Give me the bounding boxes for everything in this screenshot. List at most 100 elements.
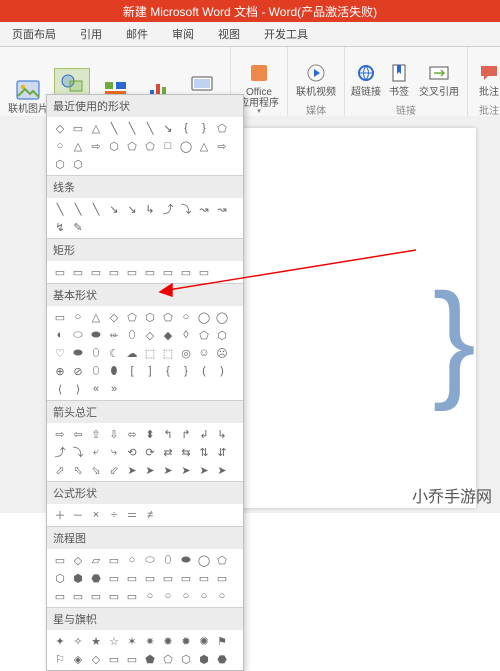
shape-option[interactable]: ☾ [107, 346, 121, 360]
shape-option[interactable]: ⚑ [215, 634, 229, 648]
tab-developer[interactable]: 开发工具 [252, 22, 320, 46]
shape-option[interactable]: ▭ [161, 571, 175, 585]
shape-option[interactable]: ◯ [179, 139, 193, 153]
shape-option[interactable]: ⬁ [71, 463, 85, 477]
shape-option[interactable]: ⬯ [125, 328, 139, 342]
shape-option[interactable]: ✦ [53, 634, 67, 648]
shape-option[interactable]: ▭ [53, 553, 67, 567]
shape-option[interactable]: ⤵ [179, 202, 193, 216]
shape-option[interactable]: ▭ [71, 589, 85, 603]
shape-option[interactable]: ◎ [179, 346, 193, 360]
shape-option[interactable]: ◇ [89, 652, 103, 666]
shape-option[interactable]: ⤶ [89, 445, 103, 459]
shape-option[interactable]: ○ [197, 589, 211, 603]
shape-option[interactable]: ★ [89, 634, 103, 648]
shape-option[interactable]: ▭ [197, 571, 211, 585]
shape-option[interactable]: ▭ [179, 571, 193, 585]
shape-option[interactable]: ↘ [125, 202, 139, 216]
shape-option[interactable]: ⬠ [197, 328, 211, 342]
tab-references[interactable]: 引用 [68, 22, 114, 46]
shape-option[interactable]: ☺ [197, 346, 211, 360]
shape-option[interactable]: ╲ [71, 202, 85, 216]
shape-option[interactable]: » [107, 382, 121, 396]
shape-option[interactable]: ◯ [197, 553, 211, 567]
shape-option[interactable]: ⬯ [161, 553, 175, 567]
shape-option[interactable]: ╲ [107, 121, 121, 135]
shape-option[interactable]: ▭ [215, 571, 229, 585]
bookmark-button[interactable]: 书签 [385, 59, 413, 100]
shape-option[interactable]: ↝ [215, 202, 229, 216]
shape-option[interactable]: ▭ [107, 571, 121, 585]
tab-view[interactable]: 视图 [206, 22, 252, 46]
shape-option[interactable]: ⬡ [53, 157, 67, 171]
shape-option[interactable]: ↱ [179, 427, 193, 441]
shape-option[interactable]: ⬢ [71, 571, 85, 585]
shape-option[interactable]: ▭ [107, 589, 121, 603]
shape-option[interactable]: ▭ [71, 265, 85, 279]
shape-option[interactable]: ⬂ [89, 463, 103, 477]
shape-option[interactable]: ↳ [215, 427, 229, 441]
shape-option[interactable]: ⊘ [71, 364, 85, 378]
shape-option[interactable]: ↰ [161, 427, 175, 441]
shape-option[interactable]: ➤ [125, 463, 139, 477]
shape-option[interactable]: ▭ [53, 589, 67, 603]
shape-option[interactable]: ○ [161, 589, 175, 603]
shape-option[interactable]: ↳ [143, 202, 157, 216]
shape-option[interactable]: « [89, 382, 103, 396]
shape-option[interactable]: ＝ [125, 508, 139, 522]
shape-option[interactable]: ⇨ [89, 139, 103, 153]
online-pictures-button[interactable]: 联机图片 [4, 76, 52, 117]
shape-option[interactable]: ▭ [125, 265, 139, 279]
shape-option[interactable]: ⟲ [125, 445, 139, 459]
online-video-button[interactable]: 联机视频 [292, 59, 340, 100]
shape-option[interactable]: ✶ [125, 634, 139, 648]
shape-option[interactable]: ⬡ [71, 157, 85, 171]
shape-option[interactable]: ▭ [107, 553, 121, 567]
shape-option[interactable]: ╲ [125, 121, 139, 135]
shape-option[interactable]: ✎ [71, 220, 85, 234]
shape-option[interactable]: ○ [125, 553, 139, 567]
tab-review[interactable]: 审阅 [160, 22, 206, 46]
shape-option[interactable]: ☁ [125, 346, 139, 360]
shape-option[interactable]: ⬯ [89, 364, 103, 378]
shape-option[interactable]: ⬠ [215, 553, 229, 567]
shape-option[interactable]: ⇩ [107, 427, 121, 441]
shape-option[interactable]: ➤ [215, 463, 229, 477]
shape-option[interactable]: ⇧ [89, 427, 103, 441]
shape-option[interactable]: ⤴ [161, 202, 175, 216]
shape-option[interactable]: ◆ [161, 328, 175, 342]
shape-option[interactable]: } [179, 364, 193, 378]
shape-option[interactable]: ⚐ [53, 652, 67, 666]
shape-option[interactable]: { [161, 364, 175, 378]
shape-option[interactable]: ⟩ [71, 382, 85, 396]
shape-option[interactable]: ⬡ [143, 310, 157, 324]
brace-shape[interactable]: } [433, 274, 476, 404]
shape-option[interactable]: ÷ [107, 508, 121, 522]
shape-option[interactable]: ⟳ [143, 445, 157, 459]
shape-option[interactable]: ⤵ [71, 445, 85, 459]
shape-option[interactable]: ＋ [53, 508, 67, 522]
shape-option[interactable]: ◇ [71, 553, 85, 567]
shape-option[interactable]: ↘ [161, 121, 175, 135]
shape-option[interactable]: ⬬ [89, 328, 103, 342]
shape-option[interactable]: ⬯ [89, 346, 103, 360]
shape-option[interactable]: ⬢ [197, 652, 211, 666]
shape-option[interactable]: ) [215, 364, 229, 378]
shape-option[interactable]: ⬮ [107, 364, 121, 378]
shape-option[interactable]: ⬄ [125, 427, 139, 441]
shape-option[interactable]: ✹ [179, 634, 193, 648]
shape-option[interactable]: ▭ [143, 571, 157, 585]
shape-option[interactable]: △ [71, 139, 85, 153]
shape-option[interactable]: ○ [143, 589, 157, 603]
shape-option[interactable]: ➤ [161, 463, 175, 477]
shape-option[interactable]: ↯ [53, 220, 67, 234]
shape-option[interactable]: ▭ [107, 652, 121, 666]
shape-option[interactable]: ▭ [125, 589, 139, 603]
shape-option[interactable]: ○ [53, 139, 67, 153]
shape-option[interactable]: ⬭ [71, 328, 85, 342]
shape-option[interactable]: ⬠ [161, 652, 175, 666]
shape-option[interactable]: ⇅ [197, 445, 211, 459]
shape-option[interactable]: ✸ [161, 634, 175, 648]
shape-option[interactable]: ⬠ [125, 139, 139, 153]
shape-option[interactable]: ⬚ [161, 346, 175, 360]
